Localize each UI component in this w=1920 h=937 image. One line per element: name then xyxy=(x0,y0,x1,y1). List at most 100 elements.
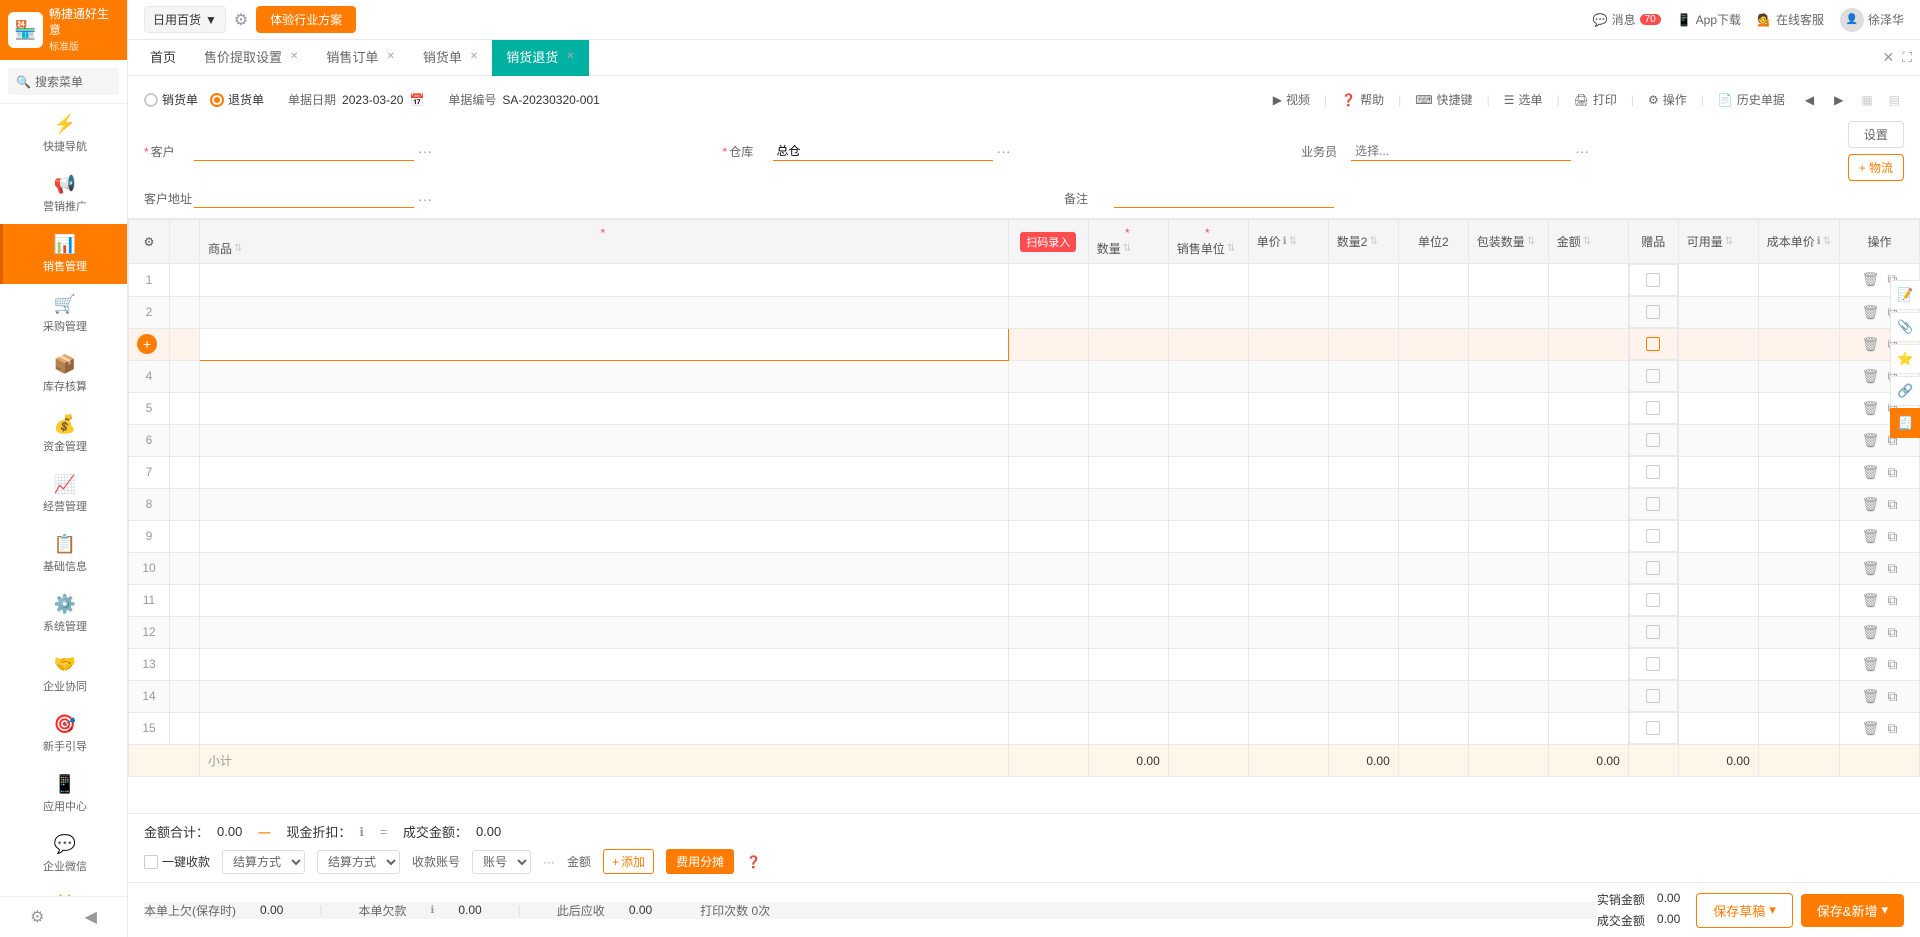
row-2-delete-btn[interactable]: 🗑 xyxy=(1860,302,1882,323)
row-2-qty[interactable] xyxy=(1088,296,1168,328)
th-barcode[interactable]: 扫码录入 xyxy=(1008,220,1088,264)
row-11-copy-btn[interactable]: ⧉ xyxy=(1885,590,1899,611)
row-10-copy-btn[interactable]: ⧉ xyxy=(1885,558,1899,579)
account-select[interactable]: 账号 xyxy=(472,850,531,874)
row-7-gift-cb[interactable] xyxy=(1646,465,1660,479)
salesperson-dots[interactable]: ··· xyxy=(1575,143,1589,159)
customer-input[interactable] xyxy=(194,142,414,161)
search-menu-button[interactable]: 🔍 搜索菜单 xyxy=(8,68,119,95)
row-1-gift-cb[interactable] xyxy=(1646,273,1660,287)
sidebar-item-basic-info[interactable]: 📋 基础信息 xyxy=(0,524,127,584)
th-settings[interactable]: ⚙ xyxy=(129,220,170,264)
history-btn[interactable]: 📄 历史单据 xyxy=(1712,88,1791,111)
select-btn[interactable]: ☰ 选单 xyxy=(1498,88,1549,111)
prev-btn[interactable]: ◀ xyxy=(1799,90,1820,110)
row-1-available[interactable] xyxy=(1678,264,1758,297)
sidebar-item-operations[interactable]: 📈 经营管理 xyxy=(0,464,127,524)
qty2-sort-icon[interactable]: ⇅ xyxy=(1369,236,1377,247)
row-9-gift-cb[interactable] xyxy=(1646,529,1660,543)
barcode-btn[interactable]: 扫码录入 xyxy=(1020,232,1076,252)
row-3-amount[interactable] xyxy=(1548,328,1628,360)
calendar-icon[interactable]: 📅 xyxy=(409,93,424,107)
pack-sort-icon[interactable]: ⇅ xyxy=(1527,236,1535,247)
row-7-copy-btn[interactable]: ⧉ xyxy=(1885,462,1899,483)
billing-select2[interactable]: 结算方式 xyxy=(317,850,400,874)
available-sort-icon[interactable]: ⇅ xyxy=(1725,236,1733,247)
row-2-unit[interactable] xyxy=(1168,296,1248,328)
billing-select[interactable]: 结算方式 xyxy=(222,850,305,874)
row-3-qty2[interactable] xyxy=(1328,328,1398,360)
sidebar-item-guide[interactable]: 🎯 新手引导 xyxy=(0,704,127,764)
trial-btn[interactable]: 体验行业方案 xyxy=(256,6,356,33)
message-btn[interactable]: 💬 消息 70 xyxy=(1593,11,1661,28)
sidebar-search[interactable]: 🔍 搜索菜单 xyxy=(0,60,127,104)
account-dots[interactable]: ··· xyxy=(543,855,555,869)
row-1-product[interactable] xyxy=(200,264,1009,297)
shortcut-btn[interactable]: ⌨ 快捷键 xyxy=(1409,88,1478,111)
row-3-delete-btn[interactable]: 🗑 xyxy=(1860,334,1882,355)
maximize-tab-btn[interactable]: ⛶ xyxy=(1902,49,1912,66)
online-service-btn[interactable]: 💁 在线客服 xyxy=(1757,11,1824,28)
row-3-available[interactable] xyxy=(1678,328,1758,360)
quick-note-btn[interactable]: 📝 xyxy=(1890,280,1920,310)
warehouse-dots[interactable]: ··· xyxy=(997,143,1011,159)
app-download-btn[interactable]: 📱 App下载 xyxy=(1677,11,1741,28)
row-1-unit2[interactable] xyxy=(1398,264,1468,297)
row-3-price[interactable] xyxy=(1248,328,1328,360)
sidebar-item-member[interactable]: 👑 畅会员 xyxy=(0,884,127,896)
tab-sales-order[interactable]: 销售订单 ✕ xyxy=(312,40,408,76)
row-2-qty2[interactable] xyxy=(1328,296,1398,328)
row-4-gift-cb[interactable] xyxy=(1646,369,1660,383)
quick-receipt-btn[interactable]: 🧾 xyxy=(1890,408,1920,438)
tab-home[interactable]: 首页 xyxy=(136,40,190,76)
row-6-delete-btn[interactable]: 🗑 xyxy=(1860,430,1882,451)
price-sort-icon[interactable]: ⇅ xyxy=(1289,236,1297,247)
row-11-delete-btn[interactable]: 🗑 xyxy=(1860,590,1882,611)
row-13-gift-cb[interactable] xyxy=(1646,657,1660,671)
row-10-delete-btn[interactable]: 🗑 xyxy=(1860,558,1882,579)
row-3-cost[interactable] xyxy=(1758,328,1839,360)
row-2-available[interactable] xyxy=(1678,296,1758,328)
add-btn[interactable]: + 添加 xyxy=(603,849,654,874)
tab-sales-goods[interactable]: 销货单 ✕ xyxy=(409,40,492,76)
row-1-amount[interactable] xyxy=(1548,264,1628,297)
radio-return[interactable]: 退货单 xyxy=(210,91,264,108)
onepay-checkbox[interactable]: 一键收款 xyxy=(144,853,210,870)
video-btn[interactable]: ▶ 视频 xyxy=(1267,88,1316,111)
row-1-qty2[interactable] xyxy=(1328,264,1398,297)
row-8-copy-btn[interactable]: ⧉ xyxy=(1885,494,1899,515)
address-dots[interactable]: ··· xyxy=(418,191,432,207)
sidebar-item-enterprise[interactable]: 🤝 企业协同 xyxy=(0,644,127,704)
warehouse-input[interactable] xyxy=(773,142,993,161)
row-4-delete-btn[interactable]: 🗑 xyxy=(1860,366,1882,387)
quick-link-btn[interactable]: 🔗 xyxy=(1890,376,1920,406)
row-1-qty[interactable] xyxy=(1088,264,1168,297)
setting-btn[interactable]: 设置 xyxy=(1848,121,1904,148)
row-14-copy-btn[interactable]: ⧉ xyxy=(1885,686,1899,707)
row-1-cost[interactable] xyxy=(1758,264,1839,297)
row-3-product[interactable] xyxy=(200,328,1009,360)
product-sort-icon[interactable]: ⇅ xyxy=(234,243,242,254)
row-2-pack[interactable] xyxy=(1468,296,1548,328)
row-3-unit[interactable] xyxy=(1168,328,1248,360)
topbar-gear-btn[interactable]: ⚙ xyxy=(234,10,248,30)
logistics-btn[interactable]: + 物流 xyxy=(1848,154,1904,181)
row-3-product-input[interactable] xyxy=(208,337,1000,351)
row-2-amount[interactable] xyxy=(1548,296,1628,328)
note-input[interactable] xyxy=(1114,189,1334,208)
sidebar-item-finance[interactable]: 💰 资金管理 xyxy=(0,404,127,464)
quick-attachment-btn[interactable]: 📎 xyxy=(1890,312,1920,342)
amount-sort-icon[interactable]: ⇅ xyxy=(1583,236,1591,247)
row-2-product[interactable] xyxy=(200,296,1009,328)
unit-sort-icon[interactable]: ⇅ xyxy=(1227,243,1235,254)
row-7-delete-btn[interactable]: 🗑 xyxy=(1860,462,1882,483)
row-9-copy-btn[interactable]: ⧉ xyxy=(1885,526,1899,547)
row-15-gift-cb[interactable] xyxy=(1646,721,1660,735)
tab-sales-goods-close[interactable]: ✕ xyxy=(470,51,478,62)
sidebar-item-purchase-mgmt[interactable]: 🛒 采购管理 xyxy=(0,284,127,344)
row-15-copy-btn[interactable]: ⧉ xyxy=(1885,718,1899,739)
tab-price-close[interactable]: ✕ xyxy=(290,51,298,62)
save-new-btn[interactable]: 保存&新增 ▾ xyxy=(1801,894,1904,927)
row-12-gift-cb[interactable] xyxy=(1646,625,1660,639)
row-2-cost[interactable] xyxy=(1758,296,1839,328)
